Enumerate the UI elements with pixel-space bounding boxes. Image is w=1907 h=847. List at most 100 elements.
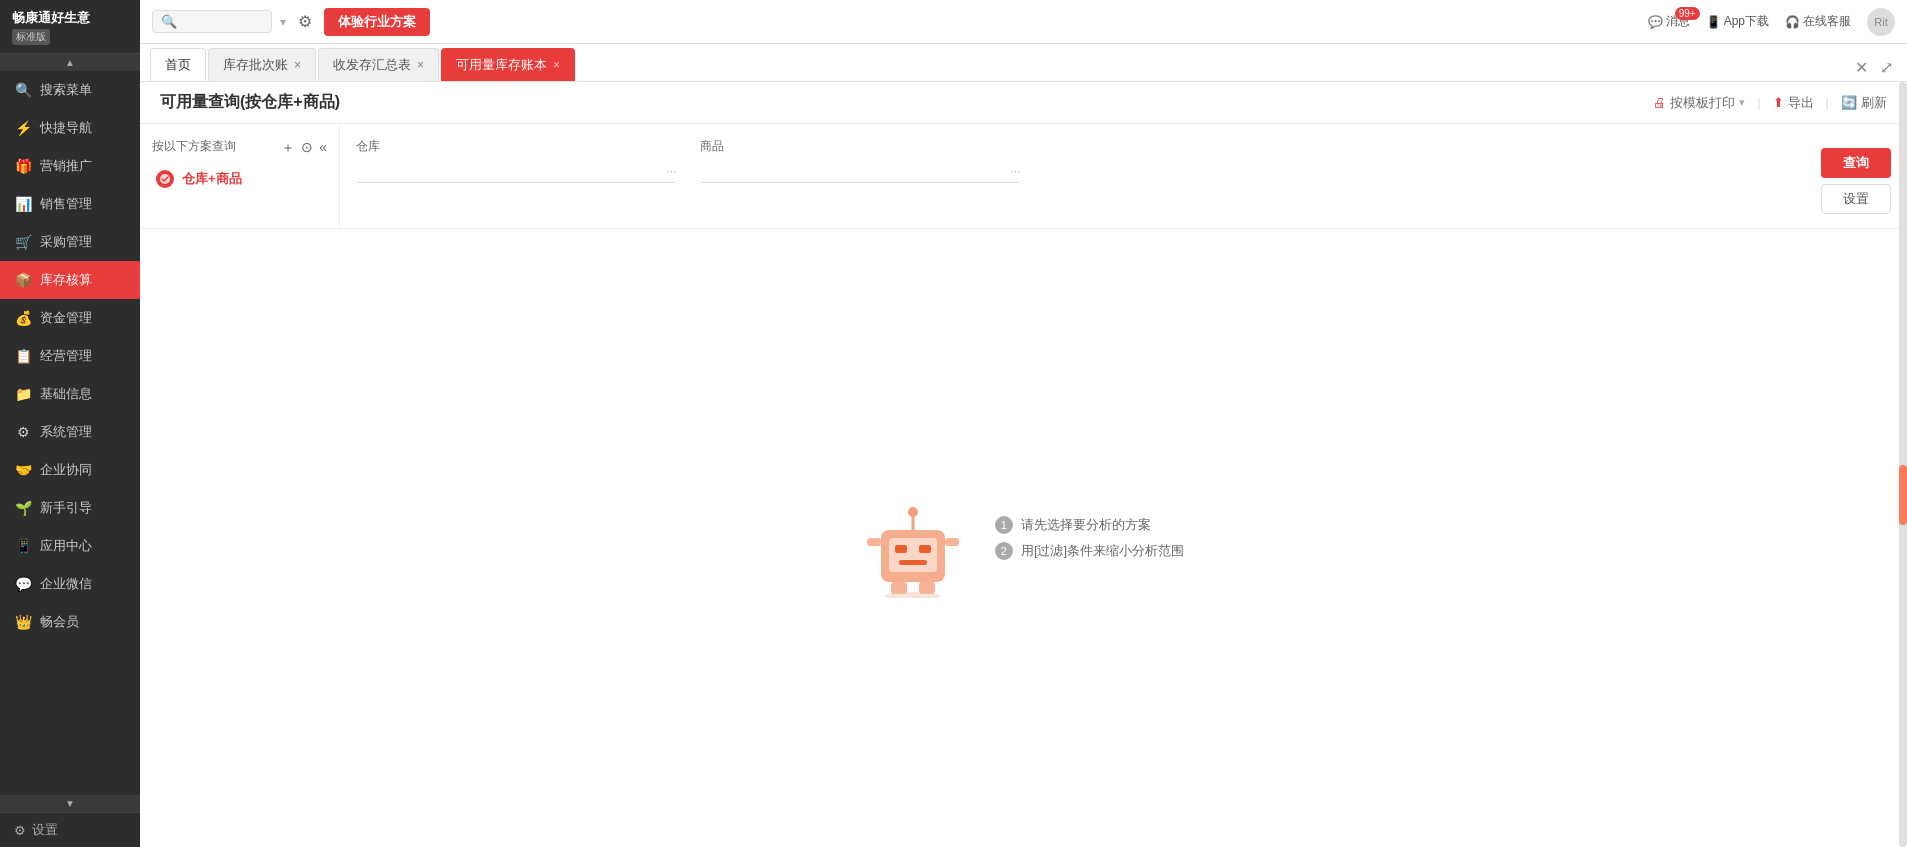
- sidebar-item-search[interactable]: 🔍 搜索菜单: [0, 71, 140, 109]
- tab-available-ledger-close[interactable]: ×: [553, 59, 560, 71]
- warehouse-input[interactable]: [356, 163, 663, 178]
- sidebar-footer-label: 设置: [32, 821, 58, 839]
- tab-receive-summary-label: 收发存汇总表: [333, 56, 411, 74]
- tab-receive-summary-close[interactable]: ×: [417, 59, 424, 71]
- refresh-button[interactable]: 🔄 刷新: [1841, 94, 1887, 112]
- print-label: 按模板打印: [1670, 94, 1735, 112]
- collapse-schemes-button[interactable]: «: [319, 140, 327, 154]
- page-header: 可用量查询(按仓库+商品) 🖨 按模板打印 ▾ | ⬆ 导出 | 🔄 刷新: [140, 82, 1907, 124]
- sidebar-item-label: 新手引导: [40, 499, 92, 517]
- tab-receive-summary[interactable]: 收发存汇总表 ×: [318, 48, 439, 81]
- box-icon: 📦: [14, 271, 32, 289]
- svg-rect-5: [899, 560, 927, 565]
- search-input[interactable]: [181, 15, 261, 29]
- right-scrollbar[interactable]: [1899, 82, 1907, 847]
- warehouse-label: 仓库: [356, 138, 676, 155]
- search-icon: 🔍: [161, 14, 177, 29]
- sidebar-item-label: 应用中心: [40, 537, 92, 555]
- sidebar-scroll-down[interactable]: ▼: [0, 795, 140, 812]
- user-avatar[interactable]: Rit: [1867, 8, 1895, 36]
- sidebar-item-label: 采购管理: [40, 233, 92, 251]
- schemes-panel: 按以下方案查询 ＋ ⊙ « 仓库+商品: [140, 124, 340, 228]
- tab-batch-ledger[interactable]: 库存批次账 ×: [208, 48, 316, 81]
- sidebar-item-quick-nav[interactable]: ⚡ 快捷导航: [0, 109, 140, 147]
- sidebar-item-label: 资金管理: [40, 309, 92, 327]
- divider: |: [1757, 95, 1760, 110]
- sidebar-item-operations[interactable]: 📋 经营管理: [0, 337, 140, 375]
- svg-rect-11: [945, 538, 959, 546]
- tab-home[interactable]: 首页: [150, 48, 206, 81]
- sidebar-item-wechat[interactable]: 💬 企业微信: [0, 565, 140, 603]
- scheme-item-warehouse-product[interactable]: 仓库+商品: [140, 163, 339, 195]
- empty-tips: 1 请先选择要分析的方案 2 用[过滤]条件来缩小分析范围: [995, 516, 1184, 560]
- sidebar-scroll-up[interactable]: ▲: [0, 54, 140, 71]
- online-service-button[interactable]: 🎧 在线客服: [1785, 13, 1851, 30]
- svg-rect-2: [889, 538, 937, 572]
- message-button[interactable]: 💬 消息 99+: [1648, 13, 1690, 30]
- sidebar-item-newbie[interactable]: 🌱 新手引导: [0, 489, 140, 527]
- export-button[interactable]: ⬆ 导出: [1773, 94, 1814, 112]
- product-input[interactable]: [700, 163, 1007, 178]
- page-title: 可用量查询(按仓库+商品): [160, 92, 340, 113]
- sidebar-item-purchase[interactable]: 🛒 采购管理: [0, 223, 140, 261]
- sidebar-item-finance[interactable]: 💰 资金管理: [0, 299, 140, 337]
- sidebar-item-cooperation[interactable]: 🤝 企业协同: [0, 451, 140, 489]
- maximize-button[interactable]: ⤢: [1876, 54, 1897, 81]
- svg-rect-10: [867, 538, 881, 546]
- settings-button[interactable]: 设置: [1821, 184, 1891, 214]
- warehouse-more-button[interactable]: ···: [667, 165, 676, 177]
- sidebar-item-sales[interactable]: 📊 销售管理: [0, 185, 140, 223]
- sprout-icon: 🌱: [14, 499, 32, 517]
- top-bar-right: 💬 消息 99+ 📱 App下载 🎧 在线客服 Rit: [1648, 8, 1895, 36]
- money-icon: 💰: [14, 309, 32, 327]
- sidebar-item-app-center[interactable]: 📱 应用中心: [0, 527, 140, 565]
- version-badge: 标准版: [12, 29, 50, 45]
- print-button[interactable]: 🖨 按模板打印 ▾: [1653, 94, 1745, 112]
- page-actions: 🖨 按模板打印 ▾ | ⬆ 导出 | 🔄 刷新: [1653, 94, 1887, 112]
- mobile-icon: 📱: [14, 537, 32, 555]
- content-area: 可用量查询(按仓库+商品) 🖨 按模板打印 ▾ | ⬆ 导出 | 🔄 刷新: [140, 82, 1907, 847]
- sidebar-item-inventory[interactable]: 📦 库存核算: [0, 261, 140, 299]
- tab-available-ledger[interactable]: 可用量库存账本 ×: [441, 48, 575, 81]
- sidebar-item-label: 企业协同: [40, 461, 92, 479]
- settings-icon[interactable]: ⚙: [294, 8, 316, 35]
- sidebar-nav: 🔍 搜索菜单 ⚡ 快捷导航 🎁 营销推广 📊 销售管理 🛒 采购管理 📦 库存核…: [0, 71, 140, 795]
- close-tab-button[interactable]: ✕: [1851, 54, 1872, 81]
- scheme-item-label: 仓库+商品: [182, 170, 242, 188]
- search-icon: 🔍: [14, 81, 32, 99]
- sidebar-footer[interactable]: ⚙ 设置: [0, 812, 140, 847]
- chart-icon: 📊: [14, 195, 32, 213]
- cart-icon: 🛒: [14, 233, 32, 251]
- sidebar-item-vip[interactable]: 👑 畅会员: [0, 603, 140, 641]
- search-box[interactable]: 🔍: [152, 10, 272, 33]
- product-more-button[interactable]: ···: [1011, 165, 1020, 177]
- gear-icon: ⚙: [14, 423, 32, 441]
- product-label: 商品: [700, 138, 1020, 155]
- sidebar-item-basic-info[interactable]: 📁 基础信息: [0, 375, 140, 413]
- tab-available-ledger-label: 可用量库存账本: [456, 56, 547, 74]
- settings-icon: ⚙: [14, 823, 26, 838]
- product-input-row: ···: [700, 159, 1020, 183]
- sidebar-item-label: 库存核算: [40, 271, 92, 289]
- wechat-icon: 💬: [14, 575, 32, 593]
- query-button[interactable]: 查询: [1821, 148, 1891, 178]
- query-section: 按以下方案查询 ＋ ⊙ « 仓库+商品: [140, 124, 1907, 229]
- trial-button[interactable]: 体验行业方案: [324, 8, 430, 36]
- folder-icon: 📁: [14, 385, 32, 403]
- tab-batch-ledger-close[interactable]: ×: [294, 59, 301, 71]
- chevron-down-icon[interactable]: ▾: [280, 15, 286, 29]
- tab-home-label: 首页: [165, 56, 191, 74]
- scrollbar-thumb[interactable]: [1899, 465, 1907, 525]
- warehouse-field-group: 仓库 ···: [356, 138, 676, 183]
- tip-num-2: 2: [995, 542, 1013, 560]
- handshake-icon: 🤝: [14, 461, 32, 479]
- clipboard-icon: 📋: [14, 347, 32, 365]
- add-scheme-button[interactable]: ＋: [281, 140, 295, 154]
- settings-scheme-button[interactable]: ⊙: [301, 140, 313, 154]
- product-field-group: 商品 ···: [700, 138, 1020, 183]
- app-download-button[interactable]: 📱 App下载: [1706, 13, 1769, 30]
- divider2: |: [1826, 95, 1829, 110]
- svg-rect-3: [895, 545, 907, 553]
- sidebar-item-marketing[interactable]: 🎁 营销推广: [0, 147, 140, 185]
- sidebar-item-system[interactable]: ⚙ 系统管理: [0, 413, 140, 451]
